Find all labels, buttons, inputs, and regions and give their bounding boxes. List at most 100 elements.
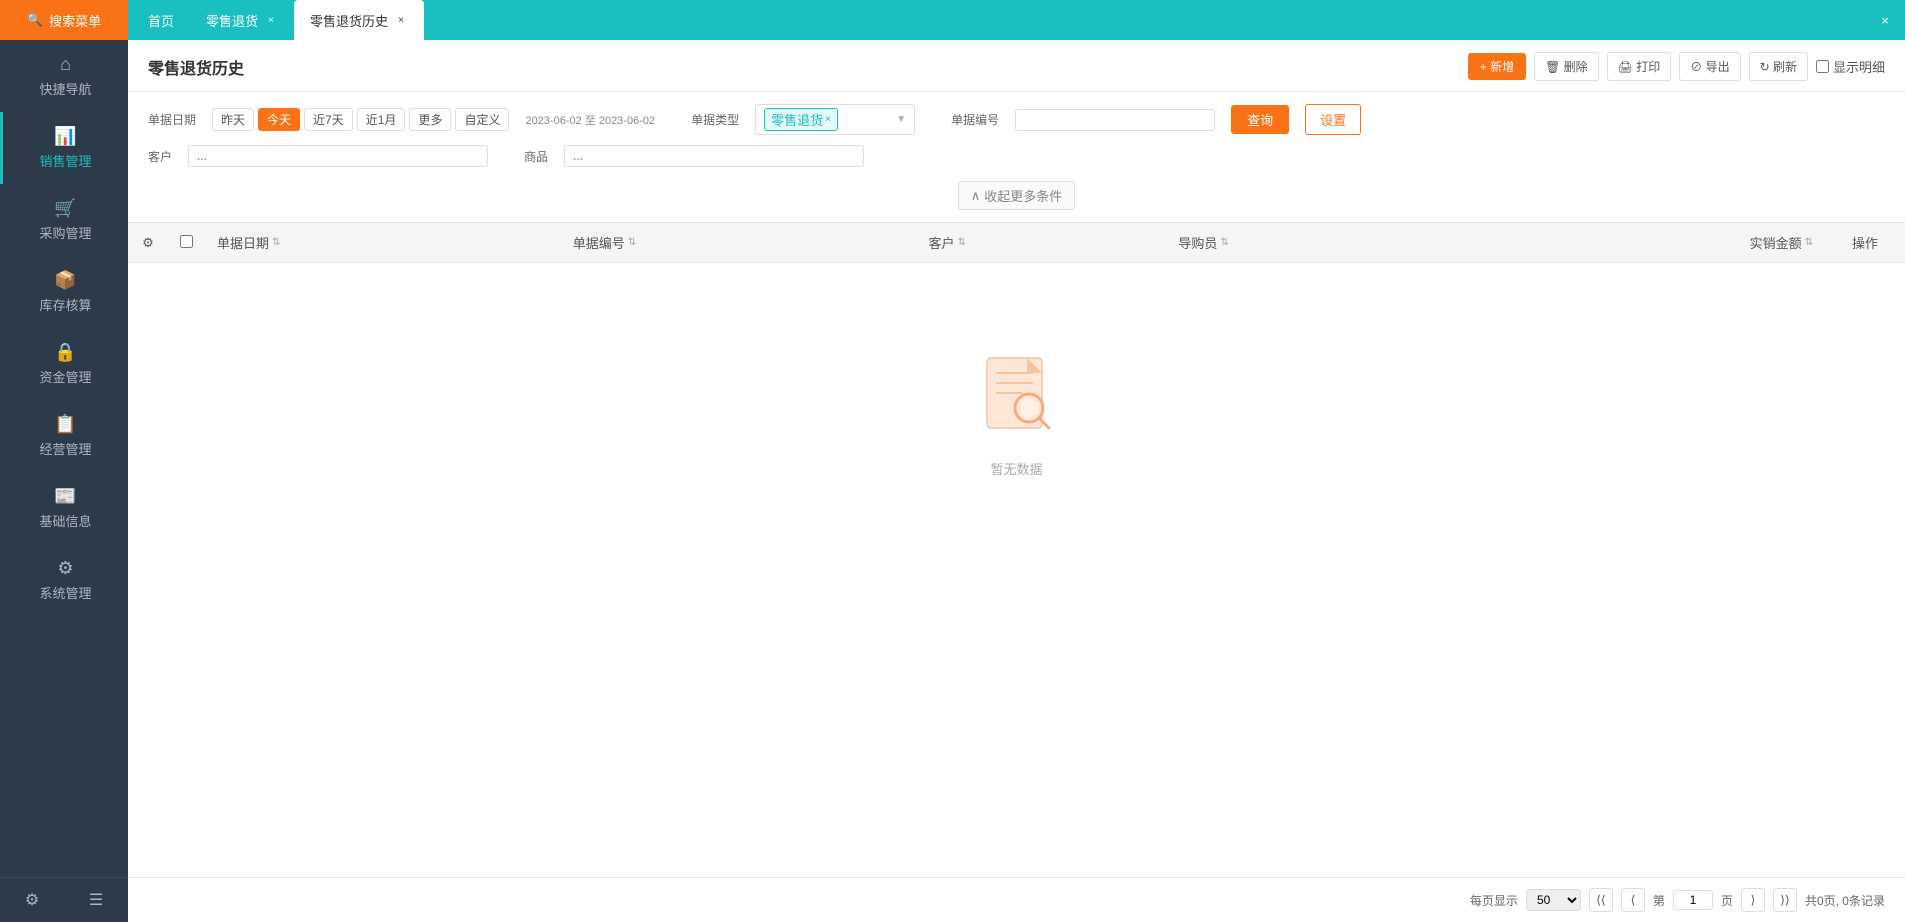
- col-customer: 客户 ⇅: [916, 223, 1166, 263]
- sidebar-item-operation[interactable]: 📋 经营管理: [0, 400, 128, 472]
- sidebar-item-sales-mgmt[interactable]: 📊 销售管理: [0, 112, 128, 184]
- type-tag-close[interactable]: ×: [825, 114, 831, 125]
- refresh-button[interactable]: ↻ 刷新: [1749, 52, 1808, 81]
- col-ops: 操作: [1825, 223, 1905, 263]
- empty-illustration: [967, 343, 1067, 443]
- sidebar-item-system[interactable]: ⚙ 系统管理: [0, 544, 128, 616]
- sort-icon-guide[interactable]: ⇅: [1220, 237, 1228, 248]
- sort-icon-docno[interactable]: ⇅: [628, 237, 636, 248]
- sidebar-item-label: 库存核算: [39, 295, 91, 314]
- col-settings: ⚙: [128, 223, 168, 263]
- query-button[interactable]: 查询: [1231, 105, 1289, 134]
- doc-number-input[interactable]: [1015, 109, 1215, 131]
- sidebar-item-basic-info[interactable]: 📰 基础信息: [0, 472, 128, 544]
- sidebar-item-label: 采购管理: [39, 223, 91, 242]
- sidebar-item-label: 基础信息: [39, 511, 91, 530]
- tab-retail-return-close[interactable]: ×: [264, 13, 278, 27]
- sort-icon-date[interactable]: ⇅: [272, 237, 280, 248]
- sidebar-item-label: 销售管理: [39, 151, 91, 170]
- col-amount: 实销金额 ⇅: [1469, 223, 1825, 263]
- next-page-button[interactable]: ⟩: [1741, 888, 1765, 912]
- delete-button[interactable]: 🗑 删除: [1534, 52, 1599, 81]
- last-page-button[interactable]: ⟩⟩: [1773, 888, 1797, 912]
- sidebar-item-purchase-mgmt[interactable]: 🛒 采购管理: [0, 184, 128, 256]
- sidebar-bottom: ⚙ ☰: [0, 877, 128, 922]
- newspaper-icon: 📰: [54, 486, 76, 507]
- table-body: 暂无数据: [128, 263, 1905, 559]
- total-info: 共0页, 0条记录: [1805, 892, 1885, 909]
- filter-row-2: 客户 商品: [148, 145, 1885, 167]
- tab-retail-return[interactable]: 零售退货 ×: [190, 0, 294, 40]
- content-area: 零售退货历史 + 新增 🗑 删除 🖨 打印 ⊘ 导出 ↻ 刷新 显示明细: [128, 40, 1905, 922]
- top-bar: 🔍 搜索菜单 首页 零售退货 × 零售退货历史 × ×: [0, 0, 1905, 40]
- sidebar-item-quick-nav[interactable]: ⌂ 快捷导航: [0, 40, 128, 112]
- export-button[interactable]: ⊘ 导出: [1679, 52, 1740, 81]
- tab-retail-return-history-close[interactable]: ×: [394, 13, 408, 27]
- sidebar-item-label: 系统管理: [39, 583, 91, 602]
- first-page-button[interactable]: ⟨⟨: [1589, 888, 1613, 912]
- dropdown-arrow: ▼: [896, 114, 906, 125]
- search-icon: 🔍: [27, 12, 43, 28]
- goods-input[interactable]: [564, 145, 864, 167]
- search-menu-label: 搜索菜单: [49, 11, 101, 30]
- per-page-select[interactable]: 50 10 20 100: [1526, 889, 1581, 911]
- settings-col-icon[interactable]: ⚙: [142, 235, 154, 250]
- col-doc-date: 单据日期 ⇅: [205, 223, 561, 263]
- print-button[interactable]: 🖨 打印: [1607, 52, 1672, 81]
- empty-state-cell: 暂无数据: [128, 263, 1905, 559]
- select-all-checkbox[interactable]: [180, 235, 193, 248]
- tab-bar: 首页 零售退货 × 零售退货历史 ×: [128, 0, 1865, 40]
- date-btn-more[interactable]: 更多: [409, 108, 451, 131]
- type-select[interactable]: 零售退货 × ▼: [755, 104, 915, 135]
- col-guide: 导购员 ⇅: [1166, 223, 1469, 263]
- col-doc-no: 单据编号 ⇅: [561, 223, 917, 263]
- table-area: ⚙ 单据日期 ⇅ 单据编号: [128, 223, 1905, 877]
- collapse-button[interactable]: ∧ 收起更多条件: [958, 181, 1076, 210]
- settings-button[interactable]: 设置: [1305, 104, 1361, 135]
- date-btn-1month[interactable]: 近1月: [357, 108, 406, 131]
- chart-icon: 📊: [54, 126, 76, 147]
- show-detail-checkbox[interactable]: [1816, 60, 1829, 73]
- sidebar-item-inventory[interactable]: 📦 库存核算: [0, 256, 128, 328]
- sidebar-item-finance[interactable]: 🔒 资金管理: [0, 328, 128, 400]
- sort-icon-amount[interactable]: ⇅: [1805, 237, 1813, 248]
- page-label: 页: [1721, 892, 1733, 909]
- tab-home[interactable]: 首页: [132, 0, 190, 40]
- page-header: 零售退货历史 + 新增 🗑 删除 🖨 打印 ⊘ 导出 ↻ 刷新 显示明细: [128, 40, 1905, 92]
- window-close-button[interactable]: ×: [1865, 13, 1905, 28]
- customer-input[interactable]: [188, 145, 488, 167]
- prev-page-button[interactable]: ⟨: [1621, 888, 1645, 912]
- main-layout: ⌂ 快捷导航 📊 销售管理 🛒 采购管理 📦 库存核算 🔒 资金管理 📋 经营管…: [0, 40, 1905, 922]
- date-btn-today[interactable]: 今天: [258, 108, 300, 131]
- page-header-row: 零售退货历史 + 新增 🗑 删除 🖨 打印 ⊘ 导出 ↻ 刷新 显示明细: [148, 52, 1885, 81]
- sort-icon-customer[interactable]: ⇅: [957, 237, 965, 248]
- doc-number-label: 单据编号: [951, 111, 999, 128]
- show-detail-label: 显示明细: [1833, 57, 1885, 76]
- toolbar-actions: + 新增 🗑 删除 🖨 打印 ⊘ 导出 ↻ 刷新 显示明细: [1468, 52, 1885, 81]
- settings-icon[interactable]: ⚙: [25, 890, 39, 910]
- goods-label: 商品: [524, 148, 548, 165]
- search-menu-button[interactable]: 🔍 搜索菜单: [0, 0, 128, 40]
- sidebar-item-label: 快捷导航: [39, 79, 91, 98]
- add-button[interactable]: + 新增: [1468, 53, 1526, 80]
- gear-icon: ⚙: [57, 558, 73, 579]
- type-filter-label: 单据类型: [691, 111, 739, 128]
- cart-icon: 🛒: [54, 198, 76, 219]
- page-title: 零售退货历史: [148, 55, 244, 79]
- close-icon: ×: [1881, 13, 1889, 28]
- pagination-bar: 每页显示 50 10 20 100 ⟨⟨ ⟨ 第 1 页 ⟩ ⟩⟩ 共0页, 0…: [128, 877, 1905, 922]
- chevron-up-icon: ∧: [971, 188, 981, 204]
- menu-icon[interactable]: ☰: [89, 890, 103, 910]
- lock-icon: 🔒: [54, 342, 76, 363]
- customer-label: 客户: [148, 148, 172, 165]
- date-btn-custom[interactable]: 自定义: [455, 108, 509, 131]
- show-detail-checkbox-label: 显示明细: [1816, 57, 1885, 76]
- table-header: ⚙ 单据日期 ⇅ 单据编号: [128, 223, 1905, 263]
- date-filter-buttons: 昨天 今天 近7天 近1月 更多 自定义: [212, 108, 509, 131]
- tab-retail-return-history[interactable]: 零售退货历史 ×: [294, 0, 424, 40]
- date-filter-label: 单据日期: [148, 111, 196, 128]
- current-page-input[interactable]: 1: [1673, 890, 1713, 910]
- date-btn-7days[interactable]: 近7天: [304, 108, 353, 131]
- date-btn-yesterday[interactable]: 昨天: [212, 108, 254, 131]
- col-checkbox: [168, 223, 205, 263]
